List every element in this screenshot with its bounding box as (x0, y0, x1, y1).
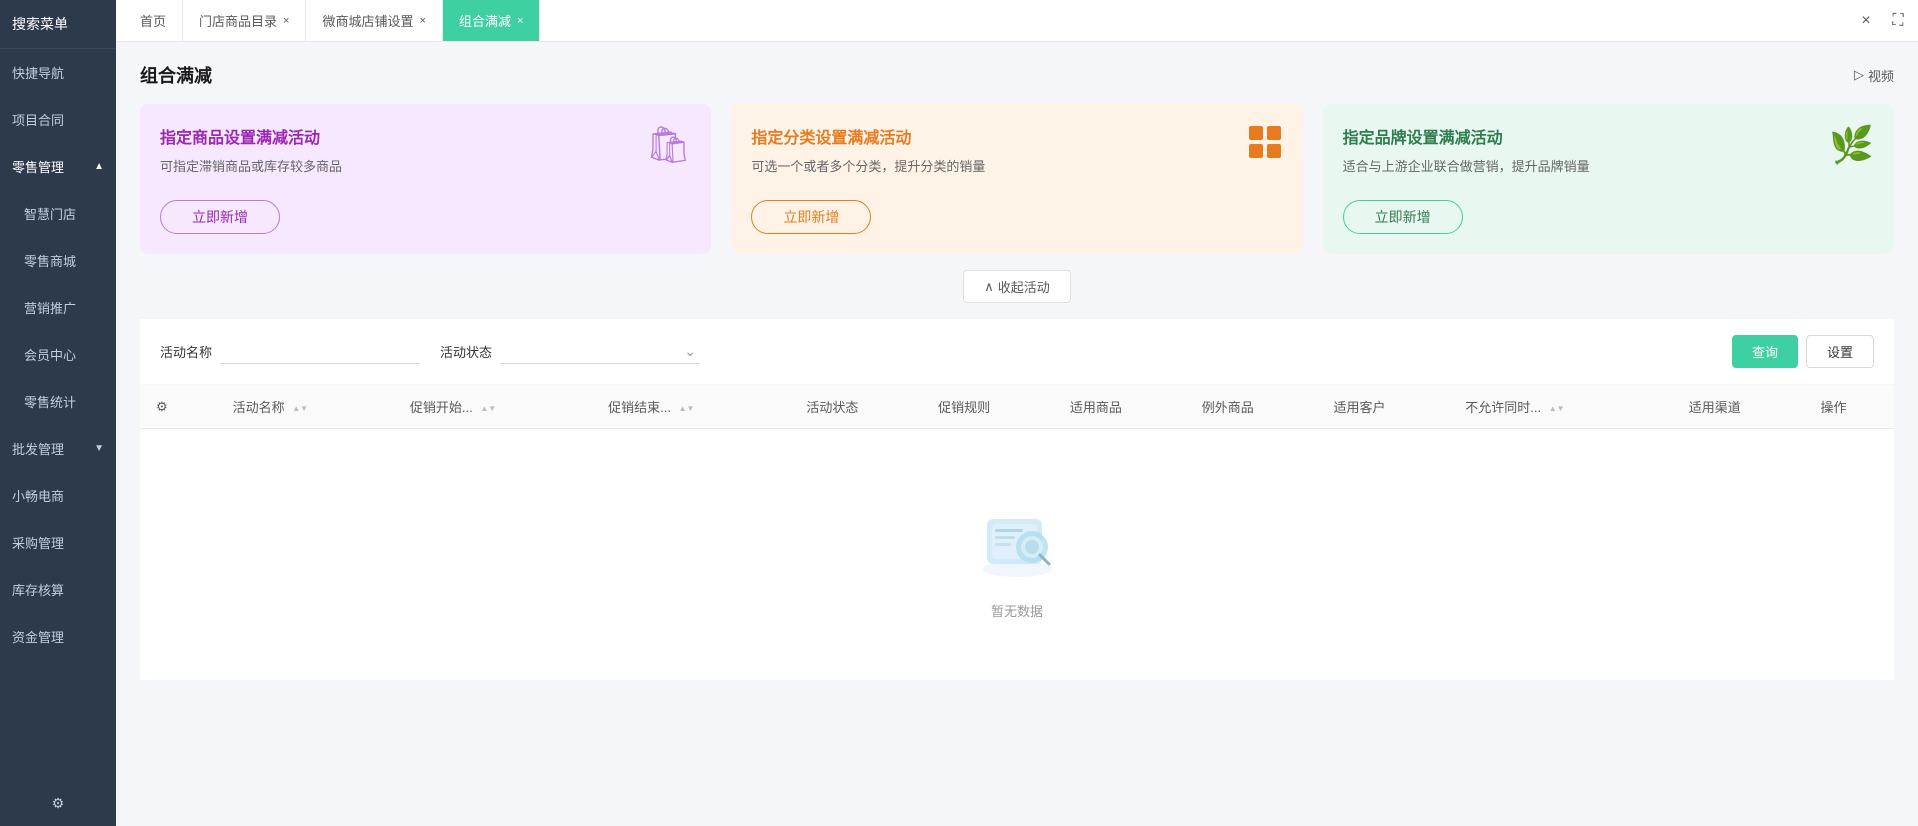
sidebar: 搜索菜单 快捷导航 项目合同 零售管理 ▲ 智慧门店 零售商城 营销推广 会员中… (0, 0, 116, 826)
sort-icon: ▲▼ (292, 405, 308, 413)
table-section: ⚙ 活动名称 ▲▼ 促销开始... ▲▼ 促销结束... (140, 385, 1894, 680)
product-card-desc: 可指定滞销商品或库存较多商品 (160, 156, 691, 180)
category-card-desc: 可选一个或者多个分类，提升分类的销量 (751, 156, 1282, 180)
close-tab-store-catalog[interactable]: × (283, 15, 289, 27)
chevron-up-icon: ▲ (94, 161, 104, 172)
sort-icon: ▲▼ (679, 405, 695, 413)
table-header-promo-start[interactable]: 促销开始... ▲▼ (402, 385, 600, 429)
brand-card-add-button[interactable]: 立即新增 (1343, 200, 1463, 234)
sidebar-item-xiao-ecommerce[interactable]: 小畅电商 (0, 472, 116, 519)
sidebar-item-smart-store[interactable]: 智慧门店 (0, 190, 116, 237)
activity-cards: 指定商品设置满减活动 可指定滞销商品或库存较多商品 🛍 立即新增 指定分类设置满… (140, 104, 1894, 254)
sidebar-search[interactable]: 搜索菜单 (0, 0, 116, 49)
product-card-add-button[interactable]: 立即新增 (160, 200, 280, 234)
table-header-promo-end[interactable]: 促销结束... ▲▼ (600, 385, 798, 429)
activity-name-input[interactable] (220, 340, 420, 364)
table-header-excluded-goods: 例外商品 (1194, 385, 1326, 429)
page-header: 组合满减 ▷ 视频 (140, 62, 1894, 88)
table-wrapper: ⚙ 活动名称 ▲▼ 促销开始... ▲▼ 促销结束... (140, 385, 1894, 680)
brand-card-icon: 🌿 (1829, 124, 1874, 166)
product-activity-card: 指定商品设置满减活动 可指定滞销商品或库存较多商品 🛍 立即新增 (140, 104, 711, 254)
tab-store-catalog[interactable]: 门店商品目录 × (183, 0, 306, 41)
category-card-icon (1247, 124, 1283, 168)
product-card-icon: 🛍 (646, 124, 692, 166)
main-content: 首页 门店商品目录 × 微商城店铺设置 × 组合满减 × × ⛶ 组合满减 ▷ … (116, 0, 1918, 826)
close-tab-combo-discount[interactable]: × (517, 15, 523, 27)
empty-illustration (967, 489, 1067, 589)
chevron-up-icon: ∧ (984, 279, 994, 295)
product-card-title: 指定商品设置满减活动 (160, 124, 691, 148)
table-header-applicable-goods: 适用商品 (1062, 385, 1194, 429)
sort-icon: ▲▼ (1549, 405, 1565, 413)
category-activity-card: 指定分类设置满减活动 可选一个或者多个分类，提升分类的销量 立即新增 (731, 104, 1302, 254)
activity-status-select[interactable] (500, 340, 700, 364)
activity-name-label: 活动名称 (160, 342, 212, 361)
table-header-operations: 操作 (1812, 385, 1894, 429)
search-actions: 查询 设置 (1732, 335, 1874, 368)
maximize-window-button[interactable]: ⛶ (1886, 9, 1910, 33)
category-card-add-button[interactable]: 立即新增 (751, 200, 871, 234)
brand-card-desc: 适合与上游企业联合做营销，提升品牌销量 (1343, 156, 1874, 180)
page-title: 组合满减 (140, 62, 212, 88)
sidebar-item-marketing[interactable]: 营销推广 (0, 284, 116, 331)
tab-combo-discount[interactable]: 组合满减 × (443, 0, 540, 41)
activity-table: ⚙ 活动名称 ▲▼ 促销开始... ▲▼ 促销结束... (140, 385, 1894, 429)
brand-card-title: 指定品牌设置满减活动 (1343, 124, 1874, 148)
query-button[interactable]: 查询 (1732, 335, 1798, 368)
sidebar-item-fund-management[interactable]: 资金管理 (0, 613, 116, 660)
table-header-promo-rules: 促销规则 (930, 385, 1062, 429)
table-header-applicable-customers: 适用客户 (1325, 385, 1457, 429)
sidebar-item-purchase-management[interactable]: 采购管理 (0, 519, 116, 566)
table-header-activity-name[interactable]: 活动名称 ▲▼ (225, 385, 402, 429)
sidebar-item-inventory-check[interactable]: 库存核算 (0, 566, 116, 613)
brand-activity-card: 指定品牌设置满减活动 适合与上游企业联合做营销，提升品牌销量 🌿 立即新增 (1323, 104, 1894, 254)
activity-status-label: 活动状态 (440, 342, 492, 361)
sidebar-item-retail-stats[interactable]: 零售统计 (0, 378, 116, 425)
page-content-area: 组合满减 ▷ 视频 指定商品设置满减活动 可指定滞销商品或库存较多商品 🛍 立即… (116, 42, 1918, 826)
sidebar-item-retail-management[interactable]: 零售管理 ▲ (0, 143, 116, 190)
close-tab-mini-store-settings[interactable]: × (419, 15, 425, 27)
tab-bar: 首页 门店商品目录 × 微商城店铺设置 × 组合满减 × × ⛶ (116, 0, 1918, 42)
sidebar-item-member-center[interactable]: 会员中心 (0, 331, 116, 378)
sidebar-item-retail-mall[interactable]: 零售商城 (0, 237, 116, 284)
search-bar: 活动名称 活动状态 ⌄ 查询 设置 (140, 319, 1894, 384)
settings-icon-bottom[interactable]: ⚙ (0, 781, 116, 826)
empty-text: 暂无数据 (991, 601, 1043, 620)
collapse-activities-button[interactable]: ∧ 收起活动 (963, 270, 1071, 303)
play-icon: ▷ (1854, 67, 1864, 83)
table-header-gear[interactable]: ⚙ (140, 385, 225, 429)
table-header-applicable-channels: 适用渠道 (1681, 385, 1813, 429)
chevron-down-icon: ▼ (94, 443, 104, 454)
activity-status-select-wrapper: ⌄ (500, 340, 700, 364)
category-card-title: 指定分类设置满减活动 (751, 124, 1282, 148)
sidebar-item-wholesale-management[interactable]: 批发管理 ▼ (0, 425, 116, 472)
table-header-no-concurrent[interactable]: 不允许同时... ▲▼ (1457, 385, 1680, 429)
collapse-bar: ∧ 收起活动 (140, 270, 1894, 303)
tab-home[interactable]: 首页 (124, 0, 183, 41)
tab-mini-store-settings[interactable]: 微商城店铺设置 × (306, 0, 442, 41)
empty-state: 暂无数据 (140, 429, 1894, 680)
table-header-activity-status: 活动状态 (798, 385, 930, 429)
gear-icon: ⚙ (156, 399, 168, 414)
activity-status-field: 活动状态 ⌄ (440, 340, 700, 364)
close-window-button[interactable]: × (1854, 9, 1878, 33)
sidebar-item-quick-nav[interactable]: 快捷导航 (0, 49, 116, 96)
video-link[interactable]: ▷ 视频 (1854, 66, 1894, 85)
settings-button[interactable]: 设置 (1806, 335, 1874, 368)
sort-icon: ▲▼ (480, 405, 496, 413)
activity-name-field: 活动名称 (160, 340, 420, 364)
sidebar-item-project-contract[interactable]: 项目合同 (0, 96, 116, 143)
tab-window-actions: × ⛶ (1854, 9, 1910, 33)
